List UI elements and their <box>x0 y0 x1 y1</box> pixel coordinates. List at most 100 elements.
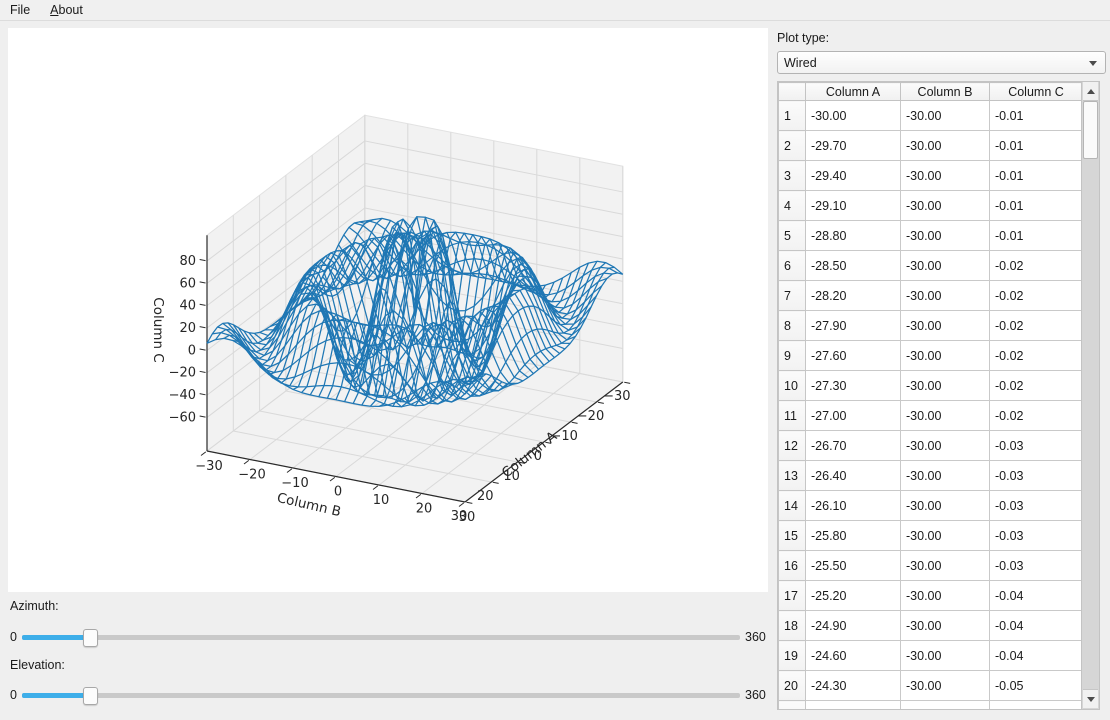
row-number-cell[interactable]: 18 <box>779 611 806 641</box>
table-row[interactable]: 9-27.60-30.00-0.02 <box>779 341 1083 371</box>
table-row[interactable]: 15-25.80-30.00-0.03 <box>779 521 1083 551</box>
table-cell[interactable]: -28.80 <box>806 221 901 251</box>
table-cell[interactable]: -0.04 <box>990 641 1083 671</box>
table-header-column-b[interactable]: Column B <box>901 83 990 101</box>
slider-thumb[interactable] <box>83 629 98 647</box>
table-cell[interactable]: -30.00 <box>901 131 990 161</box>
table-cell[interactable]: -30.00 <box>901 611 990 641</box>
row-number-cell[interactable]: 11 <box>779 401 806 431</box>
table-row[interactable]: 1-30.00-30.00-0.01 <box>779 101 1083 131</box>
scroll-down-button[interactable] <box>1083 689 1098 708</box>
wireframe-3d-plot[interactable]: −30−20−100102030−30−20−100102030−60−40−2… <box>8 28 768 592</box>
table-cell[interactable]: -30.00 <box>901 221 990 251</box>
table-cell[interactable]: -24.60 <box>806 641 901 671</box>
table-cell[interactable]: -30.00 <box>901 101 990 131</box>
row-number-cell[interactable]: 10 <box>779 371 806 401</box>
table-cell[interactable]: -30.00 <box>901 641 990 671</box>
table-cell[interactable]: -24.30 <box>806 671 901 701</box>
table-cell[interactable]: -28.20 <box>806 281 901 311</box>
table-cell[interactable]: -0.01 <box>990 101 1083 131</box>
row-number-cell[interactable]: 9 <box>779 341 806 371</box>
table-cell[interactable]: -25.50 <box>806 551 901 581</box>
table-cell[interactable]: -25.20 <box>806 581 901 611</box>
table-cell[interactable] <box>901 701 990 711</box>
table-cell[interactable]: -0.01 <box>990 131 1083 161</box>
table-cell[interactable]: -0.02 <box>990 401 1083 431</box>
row-number-cell[interactable]: 3 <box>779 161 806 191</box>
table-cell[interactable]: -0.05 <box>990 671 1083 701</box>
table-cell[interactable]: -30.00 <box>901 551 990 581</box>
table-cell[interactable]: -0.03 <box>990 551 1083 581</box>
row-number-cell[interactable]: 4 <box>779 191 806 221</box>
plot-type-select[interactable]: Wired <box>777 51 1106 74</box>
row-number-cell[interactable]: 19 <box>779 641 806 671</box>
table-cell[interactable]: -30.00 <box>901 311 990 341</box>
table-cell[interactable]: -30.00 <box>901 491 990 521</box>
table-row[interactable]: 20-24.30-30.00-0.05 <box>779 671 1083 701</box>
table-cell[interactable]: -26.70 <box>806 431 901 461</box>
table-corner-cell[interactable] <box>779 83 806 101</box>
table-cell[interactable]: -30.00 <box>901 191 990 221</box>
table-cell[interactable]: -0.02 <box>990 341 1083 371</box>
table-cell[interactable] <box>990 701 1083 711</box>
table-cell[interactable]: -25.80 <box>806 521 901 551</box>
row-number-cell[interactable]: 14 <box>779 491 806 521</box>
row-number-cell[interactable]: 5 <box>779 221 806 251</box>
table-row[interactable]: 17-25.20-30.00-0.04 <box>779 581 1083 611</box>
table-row[interactable]: 16-25.50-30.00-0.03 <box>779 551 1083 581</box>
table-row[interactable]: 10-27.30-30.00-0.02 <box>779 371 1083 401</box>
table-row[interactable]: 7-28.20-30.00-0.02 <box>779 281 1083 311</box>
table-row[interactable]: 19-24.60-30.00-0.04 <box>779 641 1083 671</box>
table-row[interactable]: 4-29.10-30.00-0.01 <box>779 191 1083 221</box>
table-row[interactable]: 6-28.50-30.00-0.02 <box>779 251 1083 281</box>
table-cell[interactable]: -30.00 <box>901 401 990 431</box>
table-cell[interactable]: -0.01 <box>990 191 1083 221</box>
row-number-cell[interactable]: 2 <box>779 131 806 161</box>
slider-track[interactable] <box>22 635 740 640</box>
table-cell[interactable]: -30.00 <box>806 101 901 131</box>
table-cell[interactable]: -29.10 <box>806 191 901 221</box>
table-cell[interactable]: -30.00 <box>901 431 990 461</box>
vertical-scrollbar[interactable] <box>1081 82 1099 709</box>
table-cell[interactable]: -26.10 <box>806 491 901 521</box>
table-cell[interactable]: -24.90 <box>806 611 901 641</box>
table-cell[interactable]: -30.00 <box>901 281 990 311</box>
table-cell[interactable]: -30.00 <box>901 461 990 491</box>
table-cell[interactable]: -27.90 <box>806 311 901 341</box>
table-row[interactable]: 11-27.00-30.00-0.02 <box>779 401 1083 431</box>
row-number-cell[interactable]: 7 <box>779 281 806 311</box>
scrollbar-thumb[interactable] <box>1083 101 1098 159</box>
table-cell[interactable]: -0.01 <box>990 221 1083 251</box>
table-cell[interactable]: -30.00 <box>901 341 990 371</box>
row-number-cell[interactable]: 13 <box>779 461 806 491</box>
row-number-cell[interactable]: 6 <box>779 251 806 281</box>
table-cell[interactable]: -30.00 <box>901 161 990 191</box>
table-row[interactable]: 5-28.80-30.00-0.01 <box>779 221 1083 251</box>
table-row[interactable]: 2-29.70-30.00-0.01 <box>779 131 1083 161</box>
menu-item-file[interactable]: File <box>0 1 40 19</box>
row-number-cell[interactable] <box>779 701 806 711</box>
table-cell[interactable]: -30.00 <box>901 671 990 701</box>
table-cell[interactable]: -0.03 <box>990 491 1083 521</box>
table-cell[interactable]: -26.40 <box>806 461 901 491</box>
row-number-cell[interactable]: 15 <box>779 521 806 551</box>
menu-item-about[interactable]: About <box>40 1 93 19</box>
table-cell[interactable]: -0.02 <box>990 371 1083 401</box>
table-cell[interactable]: -0.04 <box>990 581 1083 611</box>
table-cell[interactable]: -28.50 <box>806 251 901 281</box>
row-number-cell[interactable]: 17 <box>779 581 806 611</box>
table-row[interactable]: 3-29.40-30.00-0.01 <box>779 161 1083 191</box>
table-cell[interactable]: -0.03 <box>990 521 1083 551</box>
table-cell[interactable]: -30.00 <box>901 521 990 551</box>
table-header-column-c[interactable]: Column C <box>990 83 1083 101</box>
slider-track[interactable] <box>22 693 740 698</box>
table-row[interactable]: 14-26.10-30.00-0.03 <box>779 491 1083 521</box>
table-cell[interactable]: -0.01 <box>990 161 1083 191</box>
table-cell[interactable]: -27.30 <box>806 371 901 401</box>
table-cell[interactable]: -30.00 <box>901 251 990 281</box>
row-number-cell[interactable]: 8 <box>779 311 806 341</box>
table-cell[interactable]: -0.03 <box>990 461 1083 491</box>
table-cell[interactable]: -29.40 <box>806 161 901 191</box>
table-cell[interactable]: -30.00 <box>901 371 990 401</box>
row-number-cell[interactable]: 16 <box>779 551 806 581</box>
